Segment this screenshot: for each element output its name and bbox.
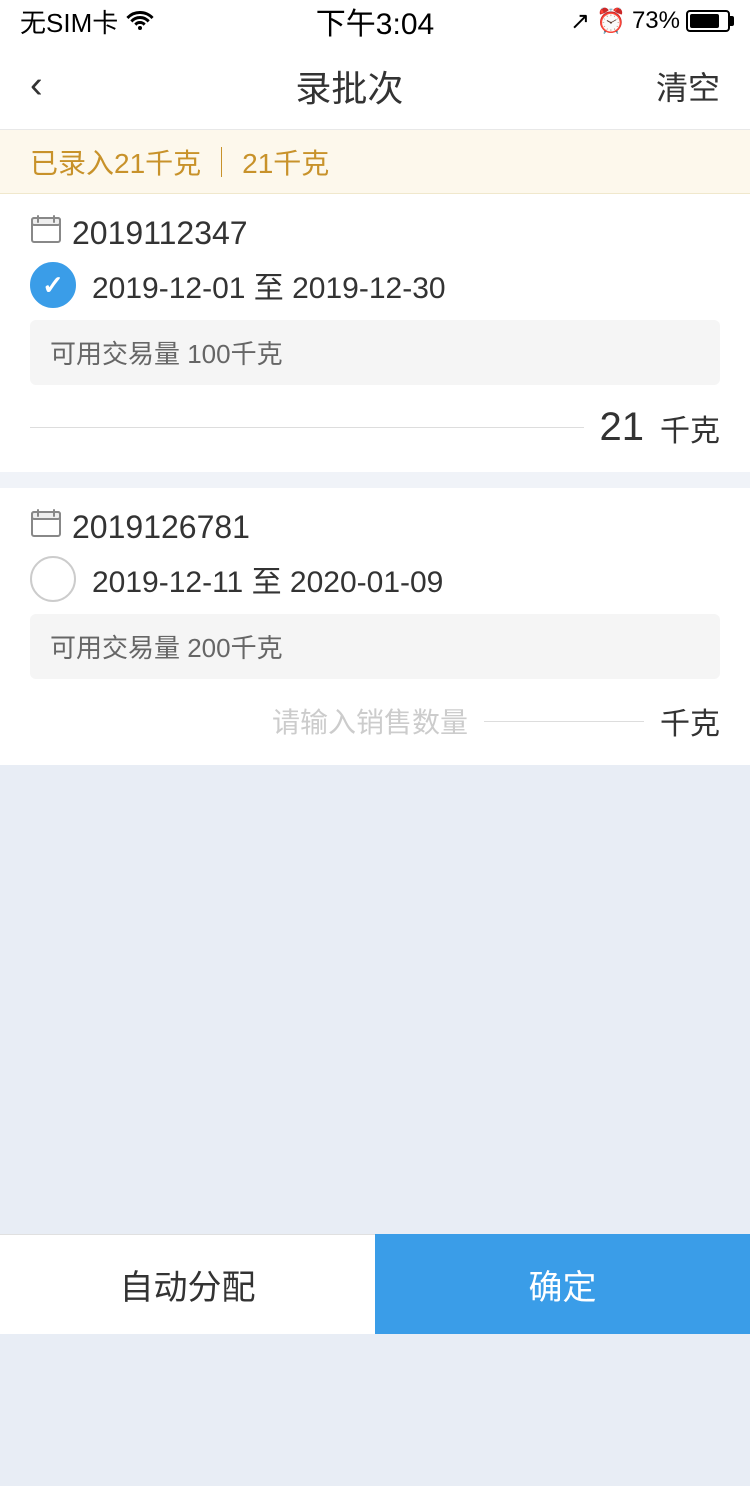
- batch-2-header: 2019126781: [30, 508, 720, 546]
- bottom-buttons: 自动分配 确定: [0, 1234, 750, 1334]
- batch-2-checkbox[interactable]: [30, 556, 76, 602]
- batch-2-icon: [30, 508, 62, 546]
- info-divider: [221, 147, 222, 177]
- nav-bar: ‹ 录批次 清空: [0, 42, 750, 130]
- location-icon: ↗: [570, 7, 590, 36]
- batch-2-date: 2019-12-11 至 2020-01-09: [92, 557, 443, 601]
- battery-percent: 73%: [632, 7, 680, 35]
- batch-1-header: 2019112347: [30, 214, 720, 252]
- batch-2-placeholder: 请输入销售数量: [30, 701, 468, 741]
- info-value: 21千克: [242, 142, 329, 182]
- status-bar: 无SIM卡 下午3:04 ↗ ⏰ 73%: [0, 0, 750, 42]
- wifi-icon: [126, 6, 154, 37]
- section-separator-1: [0, 472, 750, 488]
- bottom-filler: [0, 765, 750, 1486]
- batch-1-checkbox[interactable]: [30, 262, 76, 308]
- batch-1-unit: 千克: [660, 406, 720, 450]
- batch-2-unit: 千克: [660, 699, 720, 743]
- clear-button[interactable]: 清空: [656, 63, 720, 109]
- carrier-label: 无SIM卡: [20, 3, 118, 40]
- back-button[interactable]: ‹: [30, 64, 43, 107]
- batch-1-number: 2019112347: [72, 215, 248, 252]
- batch-item-1: 2019112347 2019-12-01 至 2019-12-30 可用交易量…: [0, 194, 750, 472]
- status-time: 下午3:04: [316, 0, 434, 43]
- batch-2-row: 2019-12-11 至 2020-01-09: [30, 556, 720, 602]
- batch-item-2: 2019126781 2019-12-11 至 2020-01-09 可用交易量…: [0, 488, 750, 765]
- batch-1-date: 2019-12-01 至 2019-12-30: [92, 263, 446, 307]
- status-left: 无SIM卡: [20, 3, 154, 40]
- batch-1-amount: 21: [600, 405, 645, 450]
- batch-2-number: 2019126781: [72, 509, 250, 546]
- confirm-button[interactable]: 确定: [375, 1234, 750, 1334]
- info-entered-label: 已录入21千克: [30, 142, 201, 182]
- status-right: ↗ ⏰ 73%: [570, 7, 730, 36]
- batch-1-icon: [30, 214, 62, 252]
- auto-distribute-button[interactable]: 自动分配: [0, 1234, 375, 1334]
- batch-2-available: 可用交易量 200千克: [30, 614, 720, 679]
- batch-1-row: 2019-12-01 至 2019-12-30: [30, 262, 720, 308]
- battery-icon: [686, 10, 730, 32]
- page-title: 录批次: [295, 60, 403, 112]
- info-banner: 已录入21千克 21千克: [0, 130, 750, 194]
- batch-1-available: 可用交易量 100千克: [30, 320, 720, 385]
- alarm-icon: ⏰: [596, 7, 626, 36]
